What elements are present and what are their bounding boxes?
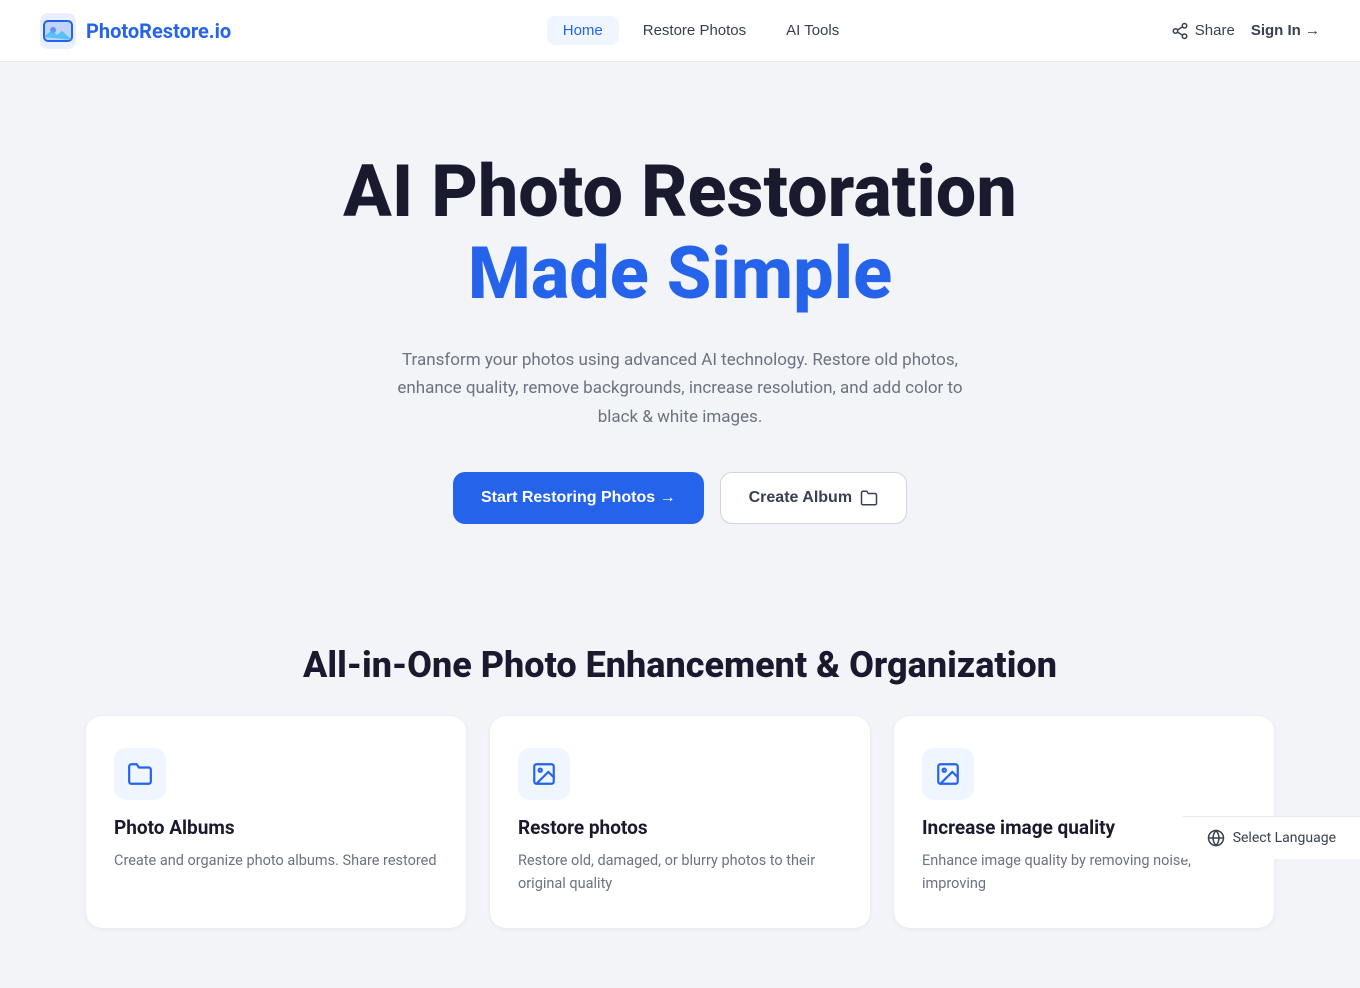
hero-subtitle: Transform your photos using advanced AI … (380, 346, 980, 433)
share-icon (1171, 22, 1189, 40)
nav-ai-tools[interactable]: AI Tools (770, 16, 855, 45)
features-title: All-in-One Photo Enhancement & Organizat… (0, 584, 1360, 716)
brand-name: PhotoRestore.io (86, 19, 231, 43)
feature-card-restore: Restore photos Restore old, damaged, or … (490, 716, 870, 927)
image-icon (531, 761, 557, 787)
card-icon-folder (114, 748, 166, 800)
hero-title-line1: AI Photo Restoration (40, 152, 1320, 231)
nav-restore-photos[interactable]: Restore Photos (627, 16, 762, 45)
card-icon-image (518, 748, 570, 800)
globe-icon (1207, 829, 1225, 847)
language-label: Select Language (1233, 830, 1336, 846)
nav-actions: Share Sign In → (1171, 22, 1320, 40)
brand-logo[interactable]: PhotoRestore.io (40, 13, 231, 49)
card-icon-sparkles (922, 748, 974, 800)
hero-section: AI Photo Restoration Made Simple Transfo… (0, 62, 1360, 584)
feature-card-albums: Photo Albums Create and organize photo a… (86, 716, 466, 927)
folder-icon (127, 761, 153, 787)
features-section: All-in-One Photo Enhancement & Organizat… (0, 584, 1360, 987)
navbar: PhotoRestore.io Home Restore Photos AI T… (0, 0, 1360, 62)
share-label: Share (1195, 22, 1235, 39)
hero-title: AI Photo Restoration Made Simple (40, 152, 1320, 318)
card-title-albums: Photo Albums (114, 816, 438, 839)
nav-home[interactable]: Home (547, 16, 619, 45)
nav-links: Home Restore Photos AI Tools (547, 16, 856, 45)
share-button[interactable]: Share (1171, 22, 1235, 40)
album-icon (860, 489, 878, 507)
language-selector[interactable]: Select Language (1183, 816, 1360, 859)
card-desc-albums: Create and organize photo albums. Share … (114, 849, 438, 872)
signin-button[interactable]: Sign In → (1251, 22, 1320, 39)
hero-title-line2: Made Simple (40, 231, 1320, 317)
card-title-restore: Restore photos (518, 816, 842, 839)
sparkles-icon (935, 761, 961, 787)
feature-cards: Photo Albums Create and organize photo a… (0, 716, 1360, 987)
hero-cta-group: Start Restoring Photos → Create Album (40, 472, 1320, 524)
start-restoring-button[interactable]: Start Restoring Photos → (453, 472, 704, 524)
card-desc-restore: Restore old, damaged, or blurry photos t… (518, 849, 842, 895)
create-album-button[interactable]: Create Album (720, 472, 907, 524)
